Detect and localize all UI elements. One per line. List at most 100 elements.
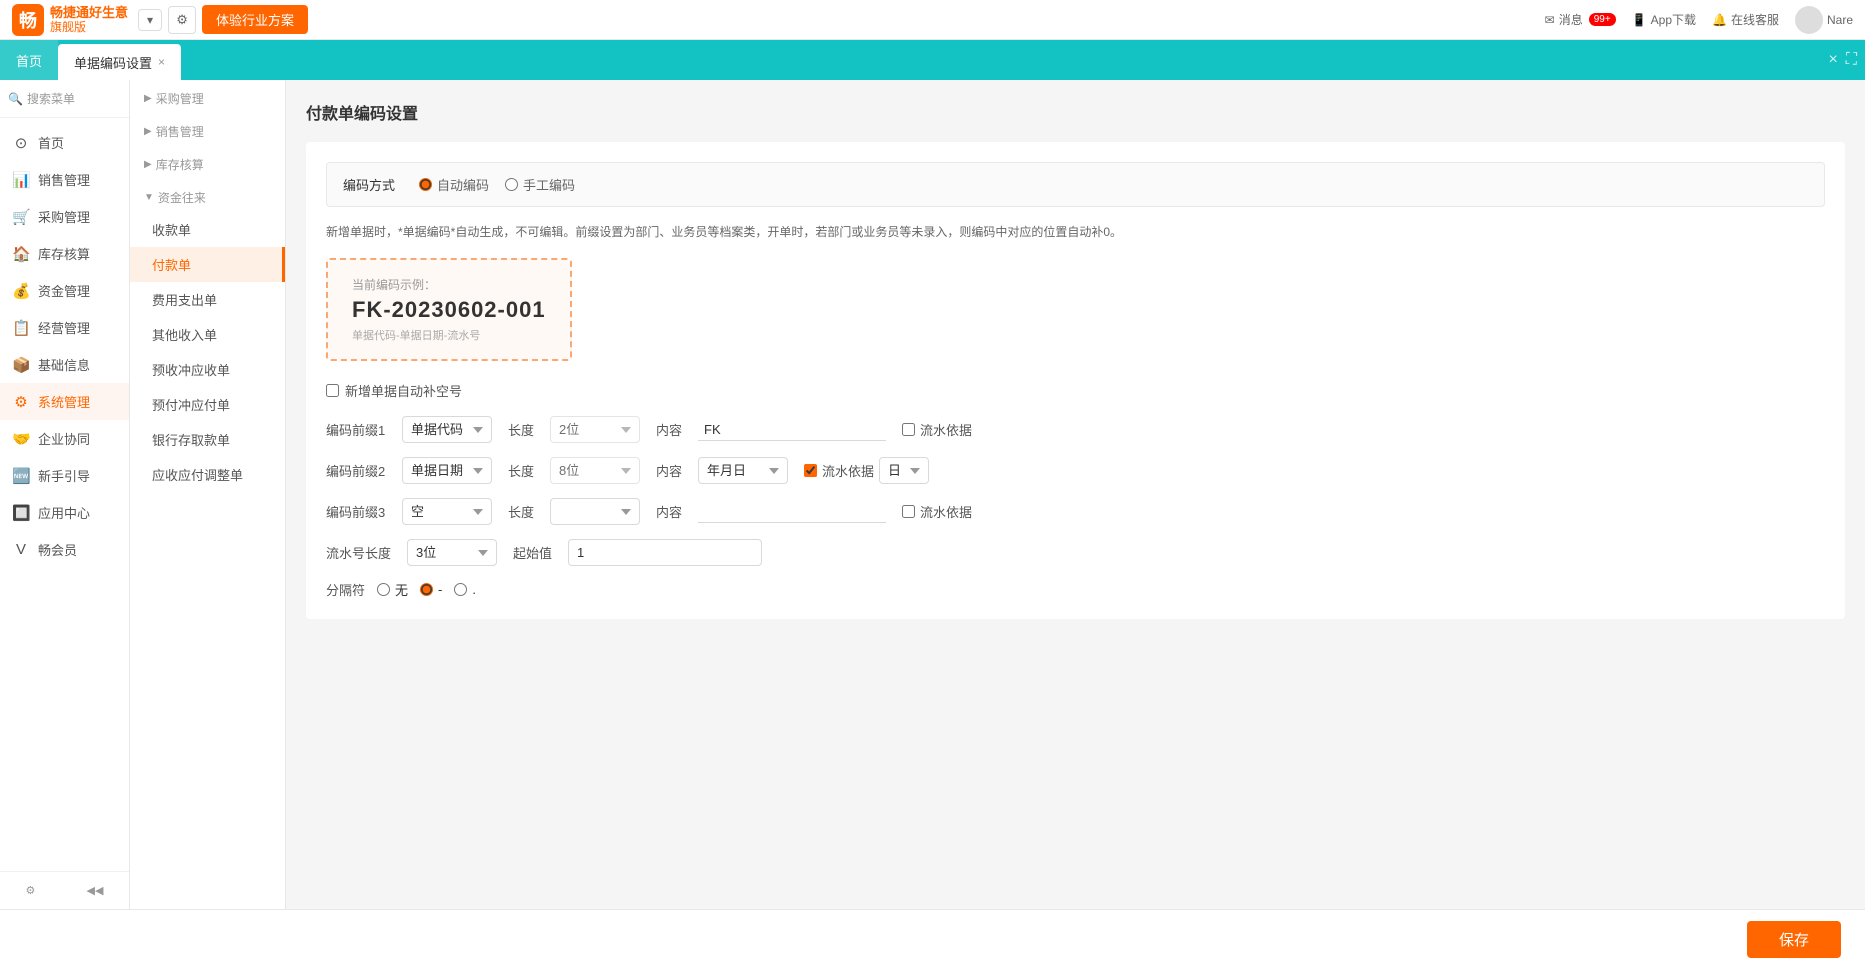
page-title: 付款单编码设置 bbox=[306, 100, 1845, 124]
sidebar-item-appstore[interactable]: 🔲 应用中心 bbox=[0, 494, 129, 531]
left-sidebar: 🔍 搜索菜单 ⊙ 首页 📊 销售管理 🛒 采购管理 🏠 库存核算 💰 资 bbox=[0, 80, 130, 909]
tab-close-icon[interactable]: × bbox=[158, 55, 165, 69]
auto-fill-checkbox[interactable] bbox=[326, 384, 339, 397]
settings-bottom-icon: ⚙ bbox=[26, 884, 36, 897]
solution-button[interactable]: 体验行业方案 bbox=[202, 5, 308, 34]
sidebar-item-stock[interactable]: 🏠 库存核算 bbox=[0, 235, 129, 272]
sidebar-search[interactable]: 🔍 搜索菜单 bbox=[0, 80, 129, 118]
sidebar-item-enterprise[interactable]: 🤝 企业协同 bbox=[0, 420, 129, 457]
sub-item-other-income[interactable]: 其他收入单 bbox=[130, 317, 285, 352]
separator-none-radio[interactable] bbox=[377, 583, 390, 596]
tab-home[interactable]: 首页 bbox=[0, 40, 58, 80]
separator-row: 分隔符 无 - . bbox=[326, 580, 1825, 599]
content3-input[interactable] bbox=[698, 501, 886, 523]
serial2-unit-select[interactable]: 日 bbox=[879, 457, 929, 484]
main-content: 付款单编码设置 编码方式 自动编码 手工编码 新增单据时，*单据编码*自动生成 bbox=[286, 80, 1865, 909]
finance-icon: 💰 bbox=[12, 282, 30, 300]
tab-maximize-icon[interactable]: ⛶ bbox=[1846, 51, 1857, 69]
separator-none-option[interactable]: 无 bbox=[377, 580, 408, 599]
sidebar-item-member[interactable]: V 畅会员 bbox=[0, 531, 129, 568]
sidebar-item-finance[interactable]: 💰 资金管理 bbox=[0, 272, 129, 309]
purchase-icon: 🛒 bbox=[12, 208, 30, 226]
save-button[interactable]: 保存 bbox=[1747, 921, 1841, 958]
search-icon: 🔍 bbox=[8, 92, 23, 106]
content1-input[interactable] bbox=[698, 419, 886, 441]
config-row-2: 编码前缀2 单据日期 长度 8位 内容 年月日 流水依据 日 bbox=[326, 457, 1825, 484]
sub-group-purchase-title[interactable]: ▶ 采购管理 bbox=[130, 80, 285, 113]
sidebar-bottom: ⚙ ◀◀ bbox=[0, 871, 129, 909]
length1-select[interactable]: 2位 bbox=[550, 416, 640, 443]
prefix2-select[interactable]: 单据日期 bbox=[402, 457, 492, 484]
sub-item-receipt[interactable]: 收款单 bbox=[130, 212, 285, 247]
sidebar-item-home[interactable]: ⊙ 首页 bbox=[0, 124, 129, 161]
system-icon: ⚙ bbox=[12, 393, 30, 411]
home-icon: ⊙ bbox=[12, 134, 30, 152]
sub-sidebar: ▶ 采购管理 ▶ 销售管理 ▶ 库存核算 ▼ 资金往来 收款单 付款单 费用支出… bbox=[130, 80, 286, 909]
manual-encode-option[interactable]: 手工编码 bbox=[505, 175, 575, 194]
sub-group-stock-title[interactable]: ▶ 库存核算 bbox=[130, 146, 285, 179]
separator-dot-radio[interactable] bbox=[454, 583, 467, 596]
sub-group-sales-title[interactable]: ▶ 销售管理 bbox=[130, 113, 285, 146]
separator-dash-radio[interactable] bbox=[420, 583, 433, 596]
length2-select[interactable]: 8位 bbox=[550, 457, 640, 484]
sub-item-expense[interactable]: 费用支出单 bbox=[130, 282, 285, 317]
sub-group-sales: ▶ 销售管理 bbox=[130, 113, 285, 146]
brand: 畅 畅捷通好生意 旗舰版 bbox=[12, 4, 128, 36]
sub-item-prepay-receivable[interactable]: 预收冲应收单 bbox=[130, 352, 285, 387]
serial2-checkbox[interactable] bbox=[804, 464, 817, 477]
message-icon: ✉ bbox=[1545, 13, 1555, 27]
message-badge: 99+ bbox=[1589, 13, 1616, 26]
prefix3-select[interactable]: 空 bbox=[402, 498, 492, 525]
sidebar-item-operation[interactable]: 📋 经营管理 bbox=[0, 309, 129, 346]
nav-dropdown[interactable]: ▾ bbox=[138, 9, 162, 31]
manual-encode-radio[interactable] bbox=[505, 178, 518, 191]
sidebar-item-newguide[interactable]: 🆕 新手引导 bbox=[0, 457, 129, 494]
message-button[interactable]: ✉ 消息 99+ bbox=[1545, 11, 1616, 28]
sub-item-prepay-payable[interactable]: 预付冲应付单 bbox=[130, 387, 285, 422]
serial-length-label: 流水号长度 bbox=[326, 543, 391, 562]
separator-dot-option[interactable]: . bbox=[454, 582, 476, 597]
length3-select[interactable] bbox=[550, 498, 640, 525]
app-download-button[interactable]: 📱 App下载 bbox=[1632, 11, 1696, 28]
service-icon: 🔔 bbox=[1712, 13, 1727, 27]
preview-desc: 单据代码-单据日期-流水号 bbox=[352, 327, 546, 343]
stock-icon: 🏠 bbox=[12, 245, 30, 263]
encode-method-label: 编码方式 bbox=[343, 175, 395, 194]
sidebar-settings-btn[interactable]: ⚙ bbox=[18, 880, 44, 901]
notice-text: 新增单据时，*单据编码*自动生成，不可编辑。前缀设置为部门、业务员等档案类，开单… bbox=[326, 223, 1825, 242]
sidebar-item-purchase[interactable]: 🛒 采购管理 bbox=[0, 198, 129, 235]
member-icon: V bbox=[12, 541, 30, 558]
serial1-checkbox[interactable] bbox=[902, 423, 915, 436]
top-bar: 畅 畅捷通好生意 旗舰版 ▾ ⚙ 体验行业方案 ✉ 消息 99+ 📱 App下载… bbox=[0, 0, 1865, 40]
separator-dash-option[interactable]: - bbox=[420, 582, 442, 597]
chevron-right-icon: ▶ bbox=[144, 93, 152, 104]
serial1-checkbox-row: 流水依据 bbox=[902, 420, 972, 439]
sidebar-item-system[interactable]: ⚙ 系统管理 bbox=[0, 383, 129, 420]
sidebar-item-basic[interactable]: 📦 基础信息 bbox=[0, 346, 129, 383]
sub-item-ar-ap-adjust[interactable]: 应收应付调整单 bbox=[130, 457, 285, 492]
sub-item-payment[interactable]: 付款单 bbox=[130, 247, 285, 282]
serial-length-row: 流水号长度 3位 起始值 bbox=[326, 539, 1825, 566]
settings-icon[interactable]: ⚙ bbox=[168, 6, 196, 34]
start-value-input[interactable] bbox=[568, 539, 762, 566]
app-icon: 📱 bbox=[1632, 13, 1647, 27]
encode-settings-card: 编码方式 自动编码 手工编码 新增单据时，*单据编码*自动生成，不可编辑。前缀设… bbox=[306, 142, 1845, 619]
tab-minimize-icon[interactable]: × bbox=[1828, 51, 1837, 69]
sub-item-bank-deposit[interactable]: 银行存取款单 bbox=[130, 422, 285, 457]
sub-group-finance-title[interactable]: ▼ 资金往来 bbox=[130, 179, 285, 212]
content2-select[interactable]: 年月日 bbox=[698, 457, 788, 484]
prefix3-label: 编码前缀3 bbox=[326, 502, 386, 521]
sidebar-collapse-btn[interactable]: ◀◀ bbox=[79, 880, 112, 901]
sidebar-item-sales[interactable]: 📊 销售管理 bbox=[0, 161, 129, 198]
auto-encode-option[interactable]: 自动编码 bbox=[419, 175, 489, 194]
prefix1-select[interactable]: 单据代码 bbox=[402, 416, 492, 443]
tab-encode-settings[interactable]: 单据编码设置 × bbox=[58, 44, 181, 80]
preview-box: 当前编码示例： FK-20230602-001 单据代码-单据日期-流水号 bbox=[326, 258, 572, 361]
auto-encode-radio[interactable] bbox=[419, 178, 432, 191]
serial-length-select[interactable]: 3位 bbox=[407, 539, 497, 566]
preview-code: FK-20230602-001 bbox=[352, 297, 546, 323]
user-menu[interactable]: Nare bbox=[1795, 6, 1853, 34]
serial3-checkbox[interactable] bbox=[902, 505, 915, 518]
encode-method-row: 编码方式 自动编码 手工编码 bbox=[326, 162, 1825, 207]
online-service-button[interactable]: 🔔 在线客服 bbox=[1712, 11, 1779, 28]
